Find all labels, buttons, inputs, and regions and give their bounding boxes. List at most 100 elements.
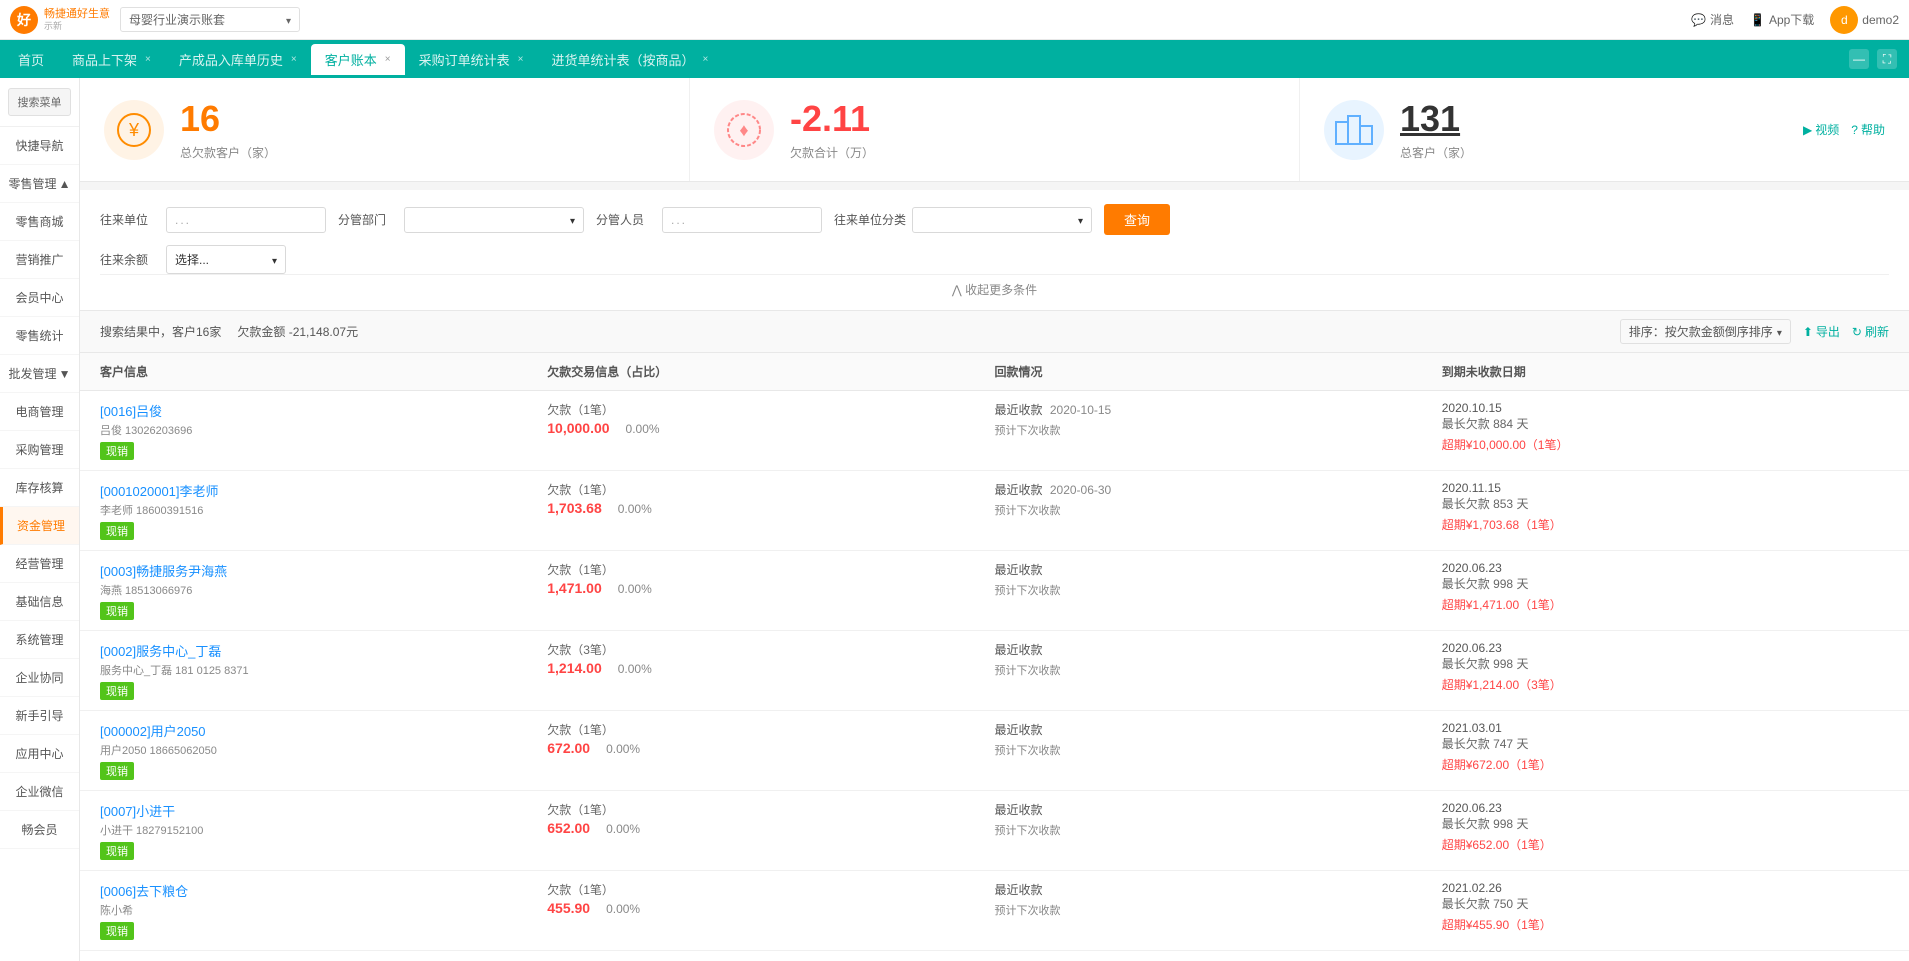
tab-customer-account[interactable]: 客户账本 × — [311, 44, 405, 75]
tab-product-online-close[interactable]: × — [145, 54, 151, 65]
tab-import-summary-label: 进货单统计表（按商品） — [551, 50, 694, 69]
sort-select[interactable]: 排序：按欠款金额倒序排序 — [1620, 319, 1791, 344]
customer-name-link-0001[interactable]: [0001020001]李老师 — [100, 484, 219, 499]
tab-import-summary[interactable]: 进货单统计表（按商品） × — [537, 44, 722, 75]
filter-balance-select[interactable]: 选择... — [166, 245, 286, 274]
sidebar-item-app-center[interactable]: 应用中心 — [0, 735, 79, 773]
customer-detail-0016: 吕俊 13026203696 — [100, 422, 547, 438]
sidebar-item-finance[interactable]: 资金管理 — [0, 507, 79, 545]
message-btn[interactable]: 💬 消息 — [1691, 11, 1734, 28]
overdue-amount-0007[interactable]: 超期¥652.00（1笔） — [1442, 836, 1889, 853]
sidebar-item-retail-stats[interactable]: 零售统计 — [0, 317, 79, 355]
help-btn[interactable]: ? 帮助 — [1851, 121, 1885, 138]
company-select[interactable]: 母婴行业演示账套 — [120, 7, 300, 32]
sidebar-item-ops[interactable]: 经营管理 — [0, 545, 79, 583]
results-customer-count: 搜索结果中，客户16家 — [100, 323, 221, 340]
customer-name-link-0003[interactable]: [0003]畅捷服务尹海燕 — [100, 564, 227, 579]
refresh-label: 刷新 — [1865, 323, 1889, 340]
overdue-amount-0003[interactable]: 超期¥1,471.00（1笔） — [1442, 596, 1889, 613]
export-btn[interactable]: ⬆ 导出 — [1803, 323, 1840, 340]
sidebar-item-quicknav[interactable]: 快捷导航 — [0, 127, 79, 165]
debt-count-0006: 欠款（1笔） — [547, 881, 994, 898]
app-icon: 📱 — [1750, 13, 1765, 27]
tab-purchase-summary[interactable]: 采购订单统计表 × — [405, 44, 538, 75]
sidebar-item-marketing[interactable]: 营销推广 — [0, 241, 79, 279]
sidebar-item-batch-mgmt[interactable]: 批发管理 ▼ — [0, 355, 79, 393]
last-payment-date-0016: 2020-10-15 — [1050, 403, 1111, 417]
tab-home[interactable]: 首页 — [4, 44, 58, 75]
customer-name-link-0002[interactable]: [0002]服务中心_丁磊 — [100, 644, 221, 659]
next-payment-0003: 预计下次收款 — [995, 582, 1442, 598]
sidebar-item-corp-wechat[interactable]: 企业微信 — [0, 773, 79, 811]
results-actions: 排序：按欠款金额倒序排序 ⬆ 导出 ↻ 刷新 — [1620, 319, 1889, 344]
table-row: [0001020001]李老师 李老师 18600391516 现销 欠款（1笔… — [80, 471, 1909, 551]
sidebar-item-basic[interactable]: 基础信息 — [0, 583, 79, 621]
refresh-btn[interactable]: ↻ 刷新 — [1852, 323, 1889, 340]
overdue-amount-0001[interactable]: 超期¥1,703.68（1笔） — [1442, 516, 1889, 533]
stat-debt-value: -2.11 — [790, 98, 874, 140]
svg-text:¥: ¥ — [128, 120, 140, 140]
sidebar-item-new-guide[interactable]: 新手引导 — [0, 697, 79, 735]
sidebar-item-purchase[interactable]: 采购管理 — [0, 431, 79, 469]
tab-expand-btn[interactable]: — — [1849, 49, 1869, 69]
customer-name-link-0006[interactable]: [0006]去下粮仓 — [100, 884, 188, 899]
sidebar-corp-collab-label: 企业协同 — [15, 671, 63, 685]
tab-product-history-close[interactable]: × — [291, 54, 297, 65]
app-download-btn[interactable]: 📱 App下载 — [1750, 11, 1814, 28]
debt-amount-0006: 455.90 — [547, 900, 590, 916]
view-video-btn[interactable]: ▶ 视频 — [1803, 121, 1839, 138]
overdue-amount-0002[interactable]: 超期¥1,214.00（3笔） — [1442, 676, 1889, 693]
sidebar-member-vip-label: 畅会员 — [21, 823, 57, 837]
sidebar-item-retail-mgmt[interactable]: 零售管理 ▲ — [0, 165, 79, 203]
tab-purchase-summary-close[interactable]: × — [518, 54, 524, 65]
stat-card-actions: ▶ 视频 ? 帮助 — [1803, 121, 1885, 138]
filter-unit-input[interactable]: ... — [166, 207, 326, 233]
svg-text:♦: ♦ — [739, 120, 748, 140]
customer-name-link-0007[interactable]: [0007]小进干 — [100, 804, 175, 819]
filter-dept-select[interactable] — [404, 207, 584, 233]
table-row: [0016]吕俊 吕俊 13026203696 现销 欠款（1笔） 10,000… — [80, 391, 1909, 471]
tab-customer-account-close[interactable]: × — [385, 54, 391, 65]
customer-tag-0006: 现销 — [100, 922, 134, 940]
refresh-icon: ↻ — [1852, 325, 1862, 339]
user-menu[interactable]: d demo2 — [1830, 6, 1899, 34]
tab-fullscreen-btn[interactable]: ⛶ — [1877, 49, 1897, 69]
overdue-amount-0006[interactable]: 超期¥455.90（1笔） — [1442, 916, 1889, 933]
sidebar-quicknav-label: 快捷导航 — [15, 139, 63, 153]
tab-product-online[interactable]: 商品上下架 × — [58, 44, 165, 75]
customer-detail-0003: 海燕 18513066976 — [100, 582, 547, 598]
sidebar-item-ecommerce[interactable]: 电商管理 — [0, 393, 79, 431]
sidebar-item-inventory[interactable]: 库存核算 — [0, 469, 79, 507]
sidebar-search-btn[interactable]: 搜索菜单 — [8, 88, 71, 116]
sidebar-item-member-vip[interactable]: 畅会员 — [0, 811, 79, 849]
customer-name-link-000002[interactable]: [000002]用户2050 — [100, 724, 206, 739]
sort-arrow — [1777, 325, 1782, 339]
search-btn[interactable]: 查询 — [1104, 204, 1170, 235]
sidebar: 搜索菜单 快捷导航 零售管理 ▲ 零售商城 营销推广 会员中心 零售统计 批发管… — [0, 78, 80, 961]
stat-icon-customers — [1324, 100, 1384, 160]
filter-more-btn[interactable]: ⋀ 收起更多条件 — [100, 274, 1889, 304]
debt-ratio-0007: 0.00% — [606, 822, 640, 836]
logo-area: 好 畅捷通好生意 示新 — [10, 6, 110, 34]
customer-name-link-0016[interactable]: [0016]吕俊 — [100, 404, 162, 419]
sidebar-item-retail-store[interactable]: 零售商城 — [0, 203, 79, 241]
customer-tag-0007: 现销 — [100, 842, 134, 860]
col-header-recovery: 回款情况 — [995, 363, 1442, 380]
sidebar-member-label: 会员中心 — [15, 291, 63, 305]
main-layout: 搜索菜单 快捷导航 零售管理 ▲ 零售商城 营销推广 会员中心 零售统计 批发管… — [0, 78, 1909, 961]
debt-ratio-0001: 0.00% — [618, 502, 652, 516]
tab-product-history[interactable]: 产成品入库单历史 × — [165, 44, 311, 75]
tab-import-summary-close[interactable]: × — [702, 54, 708, 65]
col-header-due: 到期未收款日期 — [1442, 363, 1889, 380]
filter-person-input[interactable]: ... — [662, 207, 822, 233]
next-payment-0016: 预计下次收款 — [995, 422, 1442, 438]
sidebar-item-member[interactable]: 会员中心 — [0, 279, 79, 317]
export-icon: ⬆ — [1803, 325, 1813, 339]
due-date-0003: 2020.06.23 — [1442, 561, 1889, 575]
sidebar-item-corp-collab[interactable]: 企业协同 — [0, 659, 79, 697]
sidebar-item-system[interactable]: 系统管理 — [0, 621, 79, 659]
filter-unit-cat-select[interactable] — [912, 207, 1092, 233]
overdue-amount-0016[interactable]: 超期¥10,000.00（1笔） — [1442, 436, 1889, 453]
tab-customer-account-label: 客户账本 — [325, 50, 377, 69]
overdue-amount-000002[interactable]: 超期¥672.00（1笔） — [1442, 756, 1889, 773]
